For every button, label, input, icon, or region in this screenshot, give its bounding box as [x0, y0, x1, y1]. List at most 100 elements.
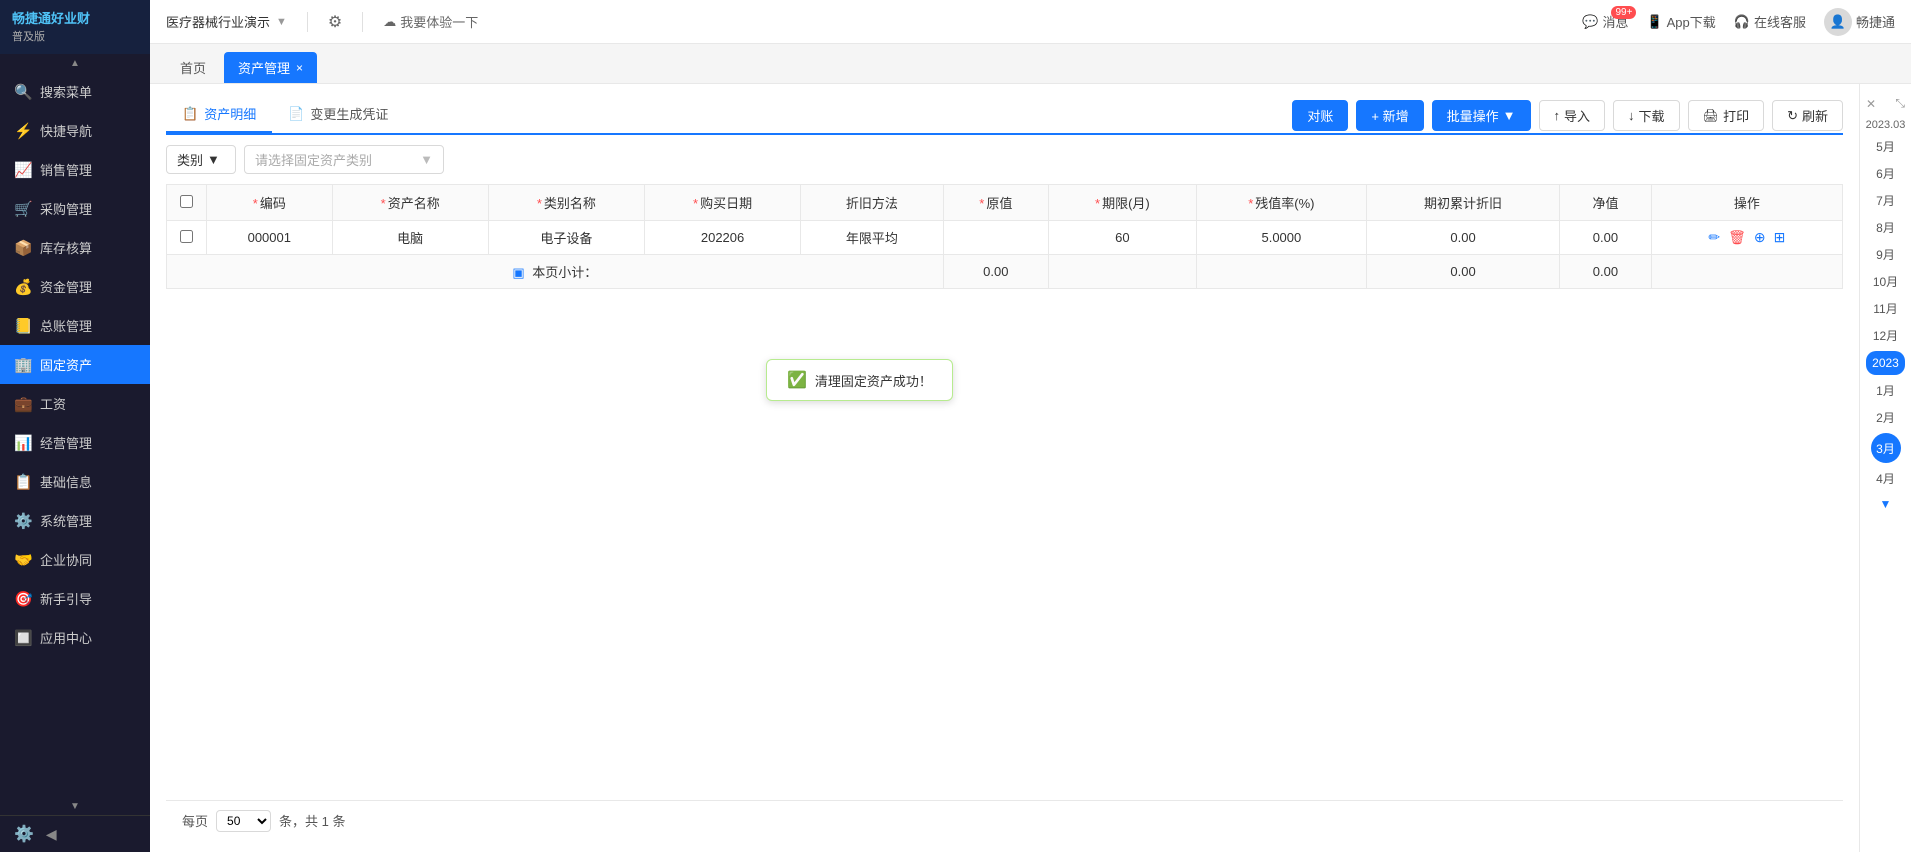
edit-action[interactable]: ✏	[1708, 229, 1720, 246]
sidebar-scroll-down[interactable]: ▼	[0, 797, 150, 815]
tab-close-icon[interactable]: ×	[296, 61, 303, 75]
cal-month-6[interactable]: 6月	[1860, 160, 1911, 187]
sidebar-item-operations[interactable]: 📊 经营管理	[0, 423, 150, 462]
sidebar-item-enterprise[interactable]: 🤝 企业协同	[0, 540, 150, 579]
topbar: 医疗器械行业演示 ▼ ⚙ ☁ 我要体验一下 💬 消息 99+ 📱 App下载 🎧…	[150, 0, 1911, 44]
cal-month-2[interactable]: 2月	[1860, 404, 1911, 431]
sub-tab-asset-detail[interactable]: 📋 资产明细	[166, 96, 272, 133]
sidebar-item-funds[interactable]: 💰 资金管理	[0, 267, 150, 306]
sidebar-scroll-up[interactable]: ▲	[0, 54, 150, 72]
table-wrapper: *编码 *资产名称 *类别名称 *购买日期 折旧方法 *原值 *期限(月) *残…	[166, 184, 1843, 800]
content-area: 📋 资产明细 📄 变更生成凭证 对账 + 新增	[150, 84, 1859, 852]
sidebar-item-ledger[interactable]: 📒 总账管理	[0, 306, 150, 345]
filter-row: 类别 ▼ 请选择固定资产类别 ▼	[166, 145, 1843, 174]
sub-tab-change-voucher-label: 变更生成凭证	[310, 104, 388, 123]
sidebar-item-sales[interactable]: 📈 销售管理	[0, 150, 150, 189]
header-checkbox-cell	[167, 185, 207, 221]
settings-icon[interactable]: ⚙️	[14, 824, 34, 844]
category-placeholder: 请选择固定资产类别	[255, 150, 372, 169]
sidebar-item-newguide[interactable]: 🎯 新手引导	[0, 579, 150, 618]
download-button[interactable]: ↓ 下载	[1613, 100, 1680, 131]
row-name: 电脑	[332, 221, 488, 255]
sub-tab-change-voucher[interactable]: 📄 变更生成凭证	[272, 96, 404, 133]
import-label: 导入	[1564, 106, 1590, 125]
sidebar-item-appcenter[interactable]: 🔲 应用中心	[0, 618, 150, 657]
download-icon: ↓	[1628, 108, 1635, 123]
appcenter-label: 应用中心	[40, 628, 92, 647]
app-label: App下载	[1667, 12, 1716, 31]
row-actions-cell: ✏ 🗑 ⊕ ⊞	[1651, 221, 1842, 255]
select-all-checkbox[interactable]	[180, 195, 193, 208]
per-page-select[interactable]: 50 100 200	[216, 810, 271, 832]
category-filter[interactable]: 类别 ▼	[166, 145, 236, 174]
copy-action[interactable]: ⊕	[1754, 229, 1766, 246]
right-panel-header: ✕ ⤡	[1860, 92, 1911, 115]
cal-month-11[interactable]: 11月	[1860, 295, 1911, 322]
row-checkbox-cell	[167, 221, 207, 255]
table-header-row: *编码 *资产名称 *类别名称 *购买日期 折旧方法 *原值 *期限(月) *残…	[167, 185, 1843, 221]
settings-button[interactable]: ⚙	[328, 12, 342, 32]
cal-month-10[interactable]: 10月	[1860, 268, 1911, 295]
header-actions: 操作	[1651, 185, 1842, 221]
more-action[interactable]: ⊞	[1774, 229, 1786, 246]
batch-ops-button[interactable]: 批量操作 ▼	[1432, 100, 1531, 131]
sysadmin-label: 系统管理	[40, 511, 92, 530]
experience-button[interactable]: ☁ 我要体验一下	[383, 12, 478, 31]
support-button[interactable]: 🎧 在线客服	[1734, 12, 1806, 31]
collapse-icon[interactable]: ◀	[46, 826, 57, 843]
cal-month-8[interactable]: 8月	[1860, 214, 1911, 241]
cal-scroll-down[interactable]: ▼	[1860, 492, 1911, 516]
new-button[interactable]: + 新增	[1356, 100, 1423, 131]
category-type-filter[interactable]: 请选择固定资产类别 ▼	[244, 145, 444, 174]
sidebar-item-purchase[interactable]: 🛒 采购管理	[0, 189, 150, 228]
tab-assets-mgmt[interactable]: 资产管理 ×	[224, 52, 317, 83]
right-panel-close-icon[interactable]: ✕	[1866, 97, 1876, 111]
sidebar-item-quicknav[interactable]: ⚡ 快捷导航	[0, 111, 150, 150]
cal-month-12[interactable]: 12月	[1860, 322, 1911, 349]
reconcile-button[interactable]: 对账	[1292, 100, 1348, 131]
logo-sub: 普及版	[12, 28, 45, 44]
cal-month-5[interactable]: 5月	[1860, 133, 1911, 160]
sub-tab-change-voucher-icon: 📄	[288, 106, 304, 122]
sidebar-item-sysadmin[interactable]: ⚙️ 系统管理	[0, 501, 150, 540]
sidebar-bottom: ⚙️ ◀	[0, 815, 150, 852]
tab-home-label: 首页	[180, 58, 206, 77]
category-label: 类别	[177, 150, 203, 169]
sidebar-item-search[interactable]: 🔍 搜索菜单	[0, 72, 150, 111]
right-panel-expand-icon[interactable]: ⤡	[1895, 96, 1905, 111]
sub-tab-asset-detail-label: 资产明细	[204, 104, 256, 123]
import-button[interactable]: ↑ 导入	[1539, 100, 1606, 131]
category-dropdown-icon: ▼	[207, 152, 220, 167]
salary-label: 工资	[40, 394, 66, 413]
sidebar-item-salary[interactable]: 💼 工资	[0, 384, 150, 423]
tab-home[interactable]: 首页	[166, 52, 220, 83]
sidebar-item-assets[interactable]: 🏢 固定资产	[0, 345, 150, 384]
header-residual-rate: *残值率(%)	[1196, 185, 1366, 221]
cal-year-2023[interactable]: 2023	[1866, 351, 1905, 375]
company-selector[interactable]: 医疗器械行业演示 ▼	[166, 12, 287, 31]
sidebar-item-basicinfo[interactable]: 📋 基础信息	[0, 462, 150, 501]
basicinfo-icon: 📋	[14, 473, 32, 491]
subtotal-icon: ▣	[512, 265, 524, 280]
cal-month-7[interactable]: 7月	[1860, 187, 1911, 214]
delete-action[interactable]: 🗑	[1728, 229, 1746, 246]
support-icon: 🎧	[1734, 14, 1750, 30]
cal-month-3-current[interactable]: 3月	[1871, 433, 1901, 463]
row-checkbox[interactable]	[180, 230, 193, 243]
print-button[interactable]: 🖨 打印	[1688, 100, 1765, 131]
subtotal-label: 本页小计：	[532, 265, 597, 280]
subtotal-original: 0.00	[943, 255, 1048, 289]
app-icon: 📱	[1646, 14, 1662, 30]
cal-month-9[interactable]: 9月	[1860, 241, 1911, 268]
main-area: 医疗器械行业演示 ▼ ⚙ ☁ 我要体验一下 💬 消息 99+ 📱 App下载 🎧…	[150, 0, 1911, 852]
import-icon: ↑	[1554, 108, 1561, 123]
app-download-button[interactable]: 📱 App下载	[1646, 12, 1715, 31]
sidebar-item-inventory[interactable]: 📦 库存核算	[0, 228, 150, 267]
user-profile[interactable]: 👤 畅捷通	[1824, 8, 1895, 36]
messages-button[interactable]: 💬 消息 99+	[1582, 12, 1628, 31]
sidebar-nav: 🔍 搜索菜单⚡ 快捷导航📈 销售管理🛒 采购管理📦 库存核算💰 资金管理📒 总账…	[0, 72, 150, 797]
cal-month-4[interactable]: 4月	[1860, 465, 1911, 492]
cal-month-1[interactable]: 1月	[1860, 377, 1911, 404]
refresh-button[interactable]: ↻ 刷新	[1772, 100, 1843, 131]
company-name: 医疗器械行业演示	[166, 12, 270, 31]
